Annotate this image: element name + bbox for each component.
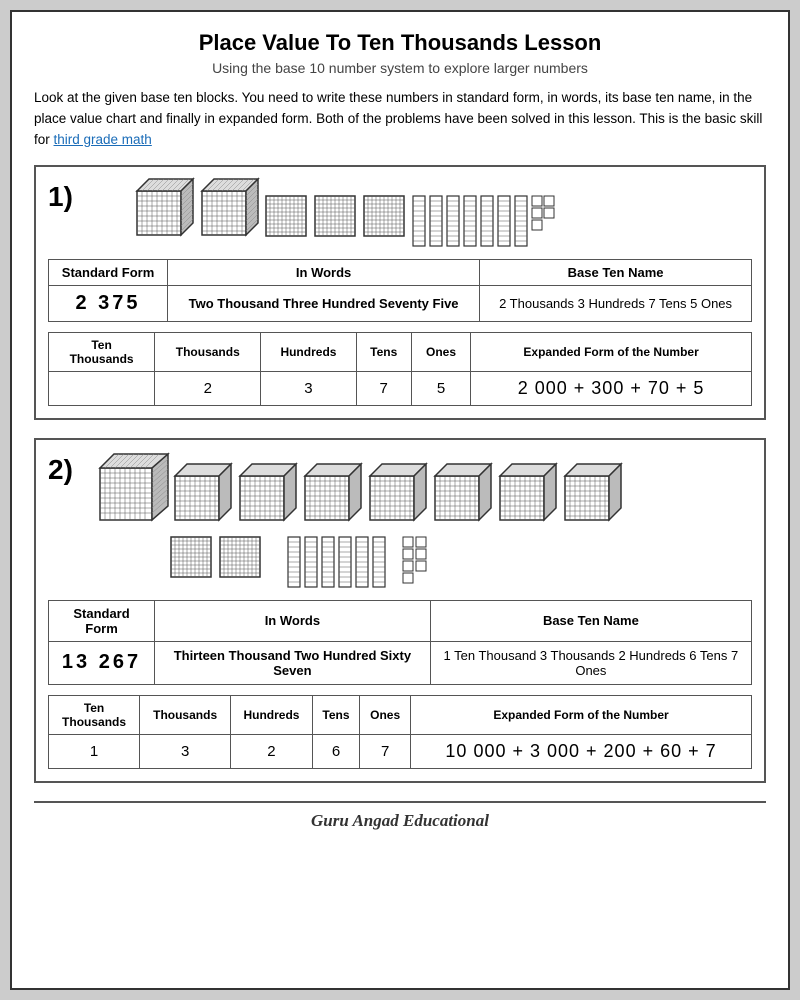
- p2-thousand-cube-6: [498, 462, 560, 532]
- thousand-cube-2: [200, 177, 262, 247]
- footer: Guru Angad Educational: [34, 801, 766, 831]
- hundreds-flat-3: [363, 195, 409, 247]
- p2-thousands-val: 3: [140, 734, 231, 768]
- hundreds-val: 3: [261, 371, 356, 405]
- p2-expanded-form-val: 10 000 + 3 000 + 200 + 60 + 7: [411, 734, 752, 768]
- p2-thousand-cube-2: [238, 462, 300, 532]
- page: Place Value To Ten Thousands Lesson Usin…: [10, 10, 790, 990]
- expanded-form-val: 2 000 + 300 + 70 + 5: [471, 371, 752, 405]
- ones-units-1: [531, 195, 559, 247]
- ones-val: 5: [411, 371, 470, 405]
- p2-tens-rod-5: [355, 536, 369, 588]
- p2-standard-form-value: 13 267: [49, 641, 155, 684]
- expanded-form-header: Expanded Form of the Number: [471, 332, 752, 371]
- p2-hundreds-header: Hundreds: [231, 695, 313, 734]
- footer-text: Guru Angad Educational: [311, 811, 489, 830]
- problem-2-blocks-section: 2): [48, 450, 752, 588]
- in-words-value: Two Thousand Three Hundred Seventy Five: [168, 285, 480, 321]
- p2-base-ten-name-header: Base Ten Name: [430, 600, 751, 641]
- in-words-header: In Words: [168, 259, 480, 285]
- p2-tens-rod-3: [321, 536, 335, 588]
- standard-form-header: Standard Form: [49, 259, 168, 285]
- tens-rod-6: [497, 195, 511, 247]
- p2-tens-header: Tens: [312, 695, 359, 734]
- p2-tens-rod-6: [372, 536, 386, 588]
- tens-rod-5: [480, 195, 494, 247]
- p2-ten-thousands-header: TenThousands: [49, 695, 140, 734]
- tens-rod-3: [446, 195, 460, 247]
- p2-hundreds-flat-1: [170, 536, 216, 588]
- tens-header: Tens: [356, 332, 411, 371]
- ten-thousands-header: TenThousands: [49, 332, 155, 371]
- hundreds-flat-2: [314, 195, 360, 247]
- ten-thousands-val: [49, 371, 155, 405]
- base-ten-name-value: 2 Thousands 3 Hundreds 7 Tens 5 Ones: [480, 285, 752, 321]
- p2-tens-val: 6: [312, 734, 359, 768]
- p2-ones-units: [402, 536, 440, 588]
- p2-tens-rod-2: [304, 536, 318, 588]
- ten-thousand-cube-1: [98, 450, 170, 532]
- p2-thousand-cube-5: [433, 462, 495, 532]
- problem-1-blocks: [85, 177, 752, 247]
- p2-thousand-cube-4: [368, 462, 430, 532]
- hundreds-flat-1: [265, 195, 311, 247]
- base-ten-name-header: Base Ten Name: [480, 259, 752, 285]
- thousands-header: Thousands: [155, 332, 261, 371]
- p2-thousand-cube-7: [563, 462, 625, 532]
- ones-header: Ones: [411, 332, 470, 371]
- problem-2-top-row: [98, 450, 752, 532]
- problem-2-bottom-row: [170, 536, 752, 588]
- p2-in-words-header: In Words: [155, 600, 431, 641]
- p2-in-words-value: Thirteen Thousand Two Hundred Sixty Seve…: [155, 641, 431, 684]
- tens-rod-2: [429, 195, 443, 247]
- problem-2-number: 2): [48, 454, 73, 486]
- standard-form-value: 2 375: [49, 285, 168, 321]
- third-grade-link[interactable]: third grade math: [54, 132, 152, 147]
- problem-2-info-table: Standard Form In Words Base Ten Name 13 …: [48, 600, 752, 685]
- p2-thousand-cube-1: [173, 462, 235, 532]
- p2-tens-rod-1: [287, 536, 301, 588]
- intro-text: Look at the given base ten blocks. You n…: [34, 88, 766, 151]
- problem-1-number: 1): [48, 181, 73, 213]
- problem-2-box: 2): [34, 438, 766, 783]
- p2-standard-form-header: Standard Form: [49, 600, 155, 641]
- p2-expanded-form-header: Expanded Form of the Number: [411, 695, 752, 734]
- p2-thousands-header: Thousands: [140, 695, 231, 734]
- problem-2-place-table: TenThousands Thousands Hundreds Tens One…: [48, 695, 752, 769]
- tens-val: 7: [356, 371, 411, 405]
- p2-ones-val: 7: [360, 734, 411, 768]
- p2-tens-rod-4: [338, 536, 352, 588]
- problem-1-blocks-section: 1): [48, 177, 752, 247]
- p2-hundreds-val: 2: [231, 734, 313, 768]
- problem-1-place-table: TenThousands Thousands Hundreds Tens One…: [48, 332, 752, 406]
- p2-ones-header: Ones: [360, 695, 411, 734]
- page-subtitle: Using the base 10 number system to explo…: [34, 60, 766, 76]
- hundreds-header: Hundreds: [261, 332, 356, 371]
- p2-thousand-cube-3: [303, 462, 365, 532]
- tens-rod-4: [463, 195, 477, 247]
- problem-1-info-table: Standard Form In Words Base Ten Name 2 3…: [48, 259, 752, 322]
- thousand-cube-1: [135, 177, 197, 247]
- problem-1-box: 1): [34, 165, 766, 420]
- p2-ten-thousands-val: 1: [49, 734, 140, 768]
- page-title: Place Value To Ten Thousands Lesson: [34, 30, 766, 56]
- tens-rod-7: [514, 195, 528, 247]
- thousands-val: 2: [155, 371, 261, 405]
- problem-2-blocks: [98, 450, 752, 588]
- p2-hundreds-flat-2: [219, 536, 265, 588]
- tens-rod-1: [412, 195, 426, 247]
- p2-base-ten-name-value: 1 Ten Thousand 3 Thousands 2 Hundreds 6 …: [430, 641, 751, 684]
